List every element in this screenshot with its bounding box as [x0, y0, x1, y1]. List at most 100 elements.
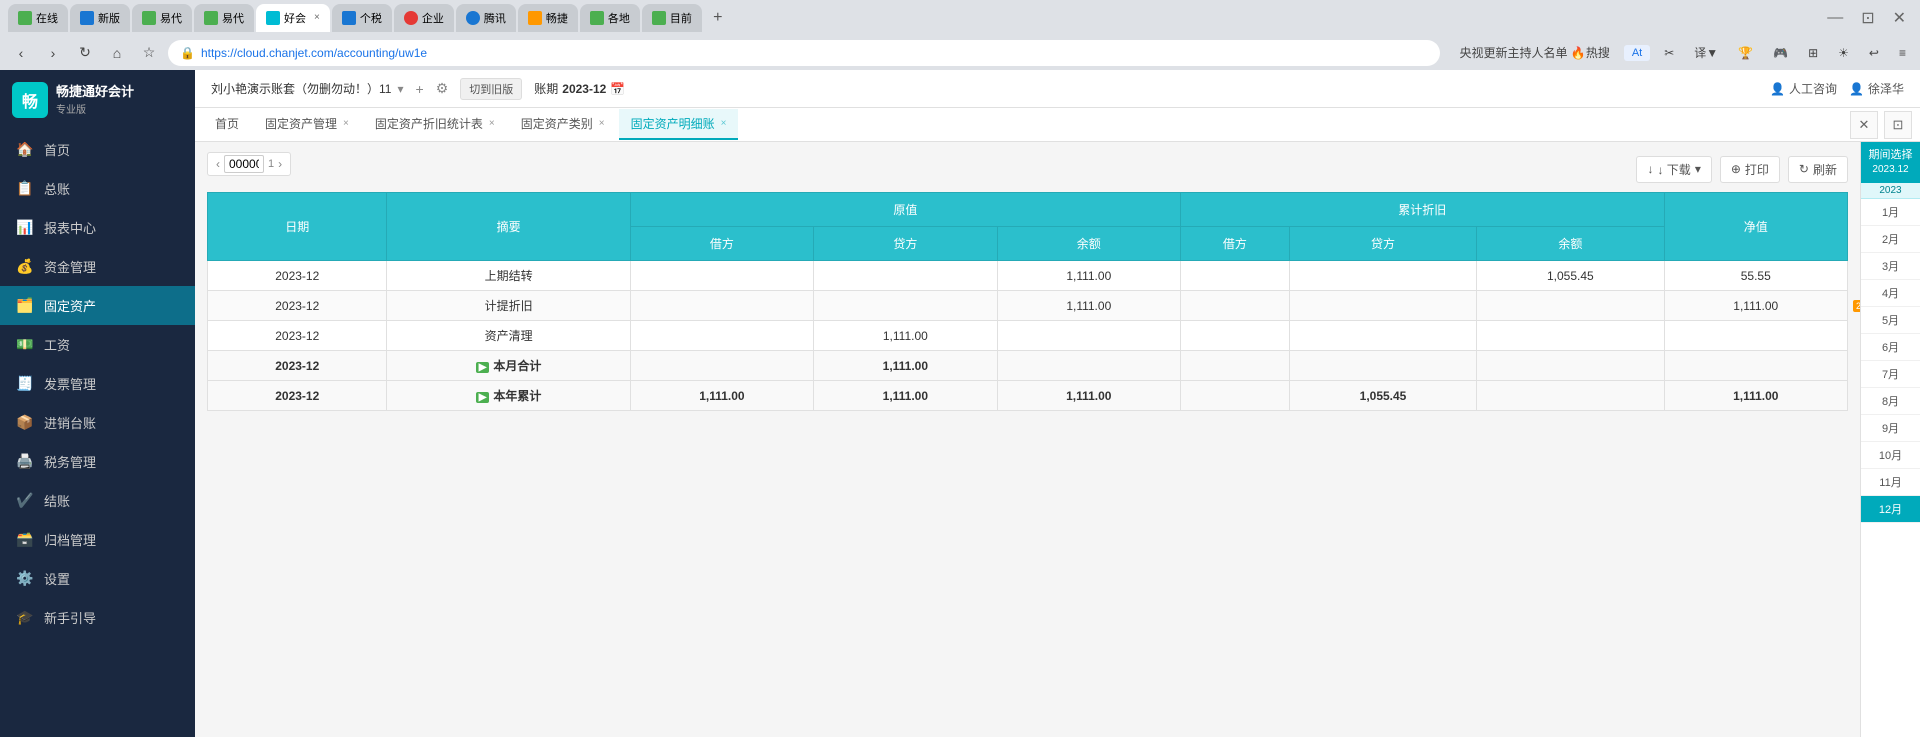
calendar-icon[interactable]: 📅 — [610, 82, 625, 96]
settings-icon: ⚙️ — [16, 570, 34, 588]
browser-tab-gedi[interactable]: 各地 — [580, 4, 640, 32]
nav-refresh-btn[interactable]: ↻ — [72, 40, 98, 66]
user-profile-btn[interactable]: 👤 徐泽华 — [1849, 80, 1904, 97]
tab-depreciation-stats[interactable]: 固定资产折旧统计表 × — [363, 109, 507, 140]
tab-close-asset-category[interactable]: × — [599, 118, 605, 129]
sidebar-label-reports: 报表中心 — [44, 218, 96, 237]
tab-label-qiye: 企业 — [422, 10, 444, 26]
tab-close-fixed-assets-mgmt[interactable]: × — [343, 118, 349, 129]
tab-close-asset-ledger[interactable]: × — [721, 118, 727, 129]
sidebar-label-salary: 工资 — [44, 335, 70, 354]
print-btn[interactable]: ⊕ 打印 — [1720, 156, 1780, 183]
sidebar-item-invoice[interactable]: 🧾 发票管理 — [0, 364, 195, 403]
switch-to-old-btn[interactable]: 切到旧版 — [460, 78, 522, 100]
sidebar-item-reports[interactable]: 📊 报表中心 — [0, 208, 195, 247]
nav-back-btn[interactable]: ‹ — [8, 40, 34, 66]
period-month-7[interactable]: 7月 — [1861, 361, 1920, 388]
game-btn[interactable]: 🎮 — [1767, 44, 1794, 62]
sidebar-label-fixed-assets: 固定资产 — [44, 296, 96, 315]
sidebar-item-tax[interactable]: 🖨️ 税务管理 — [0, 442, 195, 481]
window-close-btn[interactable]: ✕ — [1887, 8, 1912, 28]
tab-fixed-assets-mgmt[interactable]: 固定资产管理 × — [253, 109, 361, 140]
nav-home-btn[interactable]: ⌂ — [104, 40, 130, 66]
wallet-btn[interactable]: 🏆 — [1732, 44, 1759, 62]
summary-tag: ▶ — [476, 392, 490, 403]
tab-label-haohui: 好会 — [284, 10, 306, 26]
undo-btn[interactable]: ↩ — [1863, 44, 1885, 62]
cell-orig-debit — [630, 351, 813, 381]
tab-home[interactable]: 首页 — [203, 109, 251, 140]
refresh-btn[interactable]: ↻ 刷新 — [1788, 156, 1848, 183]
browser-tab-haohui[interactable]: 好会 × — [256, 4, 330, 32]
period-month-12[interactable]: 12月 — [1861, 496, 1920, 523]
download-btn[interactable]: ↓ ↓ 下载 ▾ — [1636, 156, 1711, 183]
tab-asset-ledger-label: 固定资产明细账 — [631, 115, 715, 132]
browser-tab-muqian[interactable]: 目前 — [642, 4, 702, 32]
sidebar-item-archive[interactable]: 🗃️ 归档管理 — [0, 520, 195, 559]
period-month-10[interactable]: 10月 — [1861, 442, 1920, 469]
main-content: 刘小艳演示账套（勿删勿动！）11 ▾ + ⚙ 切到旧版 账期 2023-12 📅… — [195, 70, 1920, 737]
period-month-6[interactable]: 6月 — [1861, 334, 1920, 361]
add-account-btn[interactable]: + — [416, 81, 424, 97]
sidebar-item-guide[interactable]: 🎓 新手引导 — [0, 598, 195, 637]
extensions-btn[interactable]: ✂ — [1658, 44, 1680, 62]
sidebar-item-funds[interactable]: 💰 资金管理 — [0, 247, 195, 286]
tab-close-haohui[interactable]: × — [314, 12, 320, 23]
period-month-8[interactable]: 8月 — [1861, 388, 1920, 415]
browser-tab-changjie[interactable]: 畅捷 — [518, 4, 578, 32]
period-month-3[interactable]: 3月 — [1861, 253, 1920, 280]
page-prev-btn[interactable]: ‹ — [216, 157, 220, 171]
browser-tab-tengxun[interactable]: 腾讯 — [456, 4, 516, 32]
cell-net-value: 1,111.00 — [1664, 381, 1847, 411]
period-month-1[interactable]: 1月 — [1861, 199, 1920, 226]
tab-close-depreciation-stats[interactable]: × — [489, 118, 495, 129]
period-year-btn[interactable]: 2023 — [1861, 183, 1920, 199]
browser-tab-xinban[interactable]: 新版 — [70, 4, 130, 32]
cell-date: 2023-12 — [208, 261, 387, 291]
period-month-11[interactable]: 11月 — [1861, 469, 1920, 496]
nav-bookmark-btn[interactable]: ☆ — [136, 40, 162, 66]
browser-tab-yidai2[interactable]: 易代 — [194, 4, 254, 32]
period-month-4[interactable]: 4月 — [1861, 280, 1920, 307]
sidebar-item-closing[interactable]: ✔️ 结账 — [0, 481, 195, 520]
browser-tab-online[interactable]: 在线 — [8, 4, 68, 32]
browser-tab-geshui[interactable]: 个税 — [332, 4, 392, 32]
customer-service-btn[interactable]: 👤 人工咨询 — [1770, 80, 1837, 97]
cell-acc-credit — [1289, 291, 1476, 321]
dropdown-icon[interactable]: ▾ — [397, 82, 403, 96]
tab-asset-category[interactable]: 固定资产类别 × — [509, 109, 617, 140]
sidebar-label-ledger: 总账 — [44, 179, 70, 198]
period-month-5[interactable]: 5月 — [1861, 307, 1920, 334]
page-number-input[interactable] — [224, 155, 264, 173]
new-tab-button[interactable]: + — [704, 4, 732, 32]
sidebar-item-ledger[interactable]: 📋 总账 — [0, 169, 195, 208]
nav-forward-btn[interactable]: › — [40, 40, 66, 66]
search-bar[interactable]: 央视更新主持人名单 🔥热搜 — [1454, 42, 1616, 63]
cell-date: 2023-12 — [208, 291, 387, 321]
address-bar[interactable]: 🔒 https://cloud.chanjet.com/accounting/u… — [168, 40, 1440, 66]
translate-btn[interactable]: 译▼ — [1688, 42, 1724, 63]
browser-tab-qiye[interactable]: 企业 — [394, 4, 454, 32]
table-row: 2023-12 上期结转 1,111.00 1,055.45 55.55 — [208, 261, 1848, 291]
period-month-2[interactable]: 2月 — [1861, 226, 1920, 253]
window-min-btn[interactable]: — — [1821, 9, 1849, 27]
settings-btn[interactable]: ⚙ — [436, 80, 449, 97]
cell-orig-credit: 1,111.00 — [814, 321, 997, 351]
sidebar-item-home[interactable]: 🏠 首页 — [0, 130, 195, 169]
page-next-btn[interactable]: › — [278, 157, 282, 171]
sidebar-logo: 畅 畅捷通好会计 专业版 — [0, 70, 195, 126]
browser-tab-yidai1[interactable]: 易代 — [132, 4, 192, 32]
window-max-btn[interactable]: ⊡ — [1855, 8, 1880, 28]
sidebar-item-purchases[interactable]: 📦 进销台账 — [0, 403, 195, 442]
tab-expand-btn[interactable]: ⊡ — [1884, 111, 1912, 139]
th-acc-debit: 借方 — [1181, 227, 1290, 261]
sidebar-item-settings[interactable]: ⚙️ 设置 — [0, 559, 195, 598]
layout-btn[interactable]: ⊞ — [1802, 44, 1824, 62]
tab-close-all-btn[interactable]: ✕ — [1850, 111, 1878, 139]
period-month-9[interactable]: 9月 — [1861, 415, 1920, 442]
sidebar-item-salary[interactable]: 💵 工资 — [0, 325, 195, 364]
brightness-btn[interactable]: ☀ — [1832, 44, 1855, 62]
sidebar-item-fixed-assets[interactable]: 🗂️ 固定资产 — [0, 286, 195, 325]
menu-btn[interactable]: ≡ — [1893, 44, 1912, 62]
tab-asset-ledger[interactable]: 固定资产明细账 × — [619, 109, 739, 140]
